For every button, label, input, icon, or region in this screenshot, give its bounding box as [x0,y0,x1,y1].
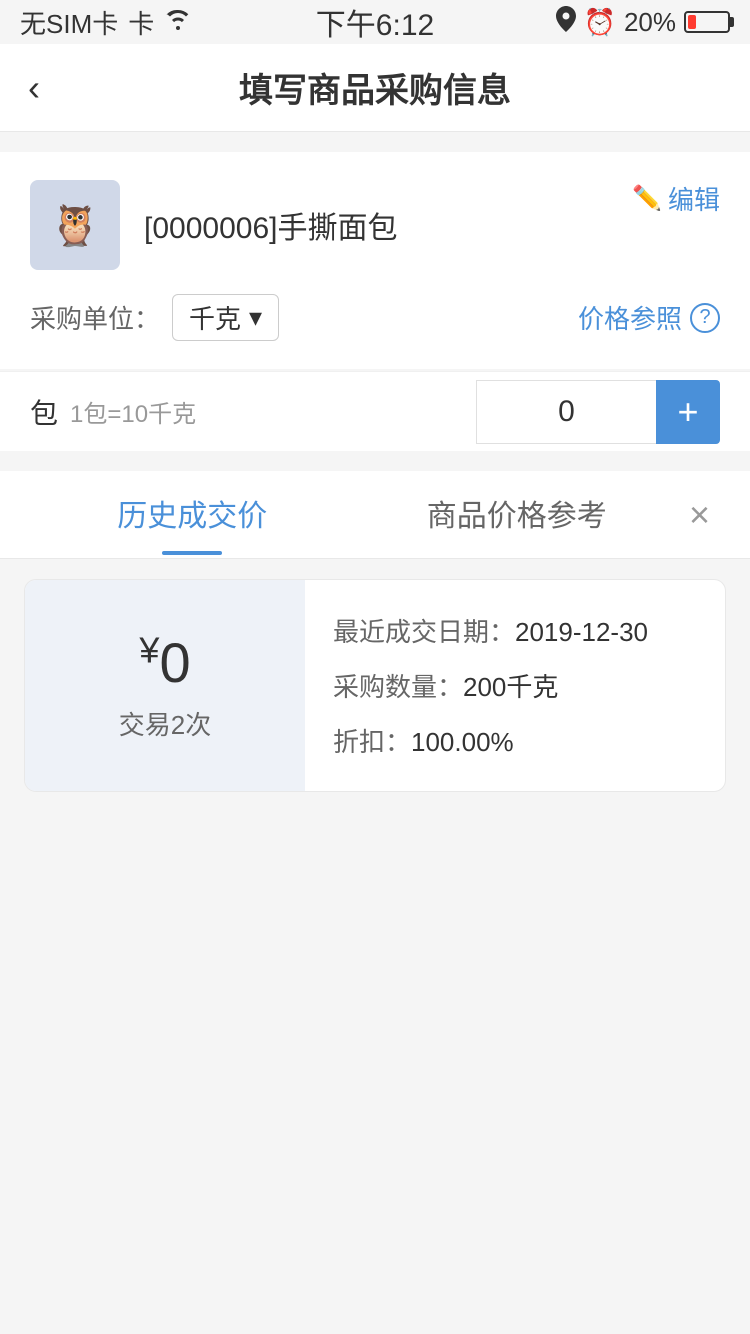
alarm-icon: ⏰ [584,7,616,38]
main-content [0,812,750,1312]
product-meta: 采购单位： 千克 ▾ 价格参照 ? [30,294,720,341]
nav-bar: ‹ 填写商品采购信息 [0,44,750,132]
edit-button[interactable]: ✏️ 编辑 [632,180,720,217]
quantity-input[interactable]: 0 [476,380,656,444]
purchase-qty-item: 采购数量：200千克 [333,667,697,704]
price-left-panel: ¥0 交易2次 [25,580,305,791]
quantity-plus-button[interactable]: + [656,380,720,444]
product-header: 🦉 [0000006]手撕面包 ✏️ 编辑 [30,180,720,270]
quantity-row: 包 1包=10千克 0 + [0,371,750,451]
trade-count: 交易2次 [119,705,211,742]
quantity-label: 包 1包=10千克 [30,392,196,432]
purchase-unit: 采购单位： 千克 ▾ [30,294,279,341]
discount-item: 折扣：100.00% [333,722,697,759]
quantity-controls: 0 + [476,380,720,444]
price-right-panel: 最近成交日期：2019-12-30 采购数量：200千克 折扣：100.00% [305,580,725,791]
tab-product-price-ref[interactable]: 商品价格参考 [354,491,678,539]
status-left: 无SIM卡 卡 [20,4,192,41]
wifi-icon [164,7,192,38]
page-title: 填写商品采购信息 [239,63,511,112]
recent-date-item: 最近成交日期：2019-12-30 [333,612,697,649]
sim-card-icon: 卡 [128,4,154,41]
price-card: ¥0 交易2次 最近成交日期：2019-12-30 采购数量：200千克 折扣：… [24,579,726,792]
product-thumbnail: 🦉 [30,180,120,270]
back-button[interactable]: ‹ [28,67,40,109]
product-logo-icon: 🦉 [50,202,100,249]
help-icon: ? [690,303,720,333]
price-reference-button[interactable]: 价格参照 ? [578,299,720,336]
dropdown-arrow-icon: ▾ [249,302,262,333]
product-name: [0000006]手撕面包 [144,203,397,247]
status-time: 下午6:12 [316,0,434,44]
battery-percentage: 20% [624,7,676,38]
tab-history-price[interactable]: 历史成交价 [30,491,354,539]
edit-icon: ✏️ [632,184,662,213]
battery-icon [684,11,730,33]
price-amount: ¥0 [139,630,190,695]
location-icon [556,6,576,39]
status-right: ⏰ 20% [556,6,730,39]
product-card: 🦉 [0000006]手撕面包 ✏️ 编辑 采购单位： 千克 ▾ 价格参照 ? [0,152,750,369]
unit-selector[interactable]: 千克 ▾ [172,294,279,341]
status-bar: 无SIM卡 卡 下午6:12 ⏰ 20% [0,0,750,44]
tabs-close-button[interactable]: × [679,484,720,546]
carrier-label: 无SIM卡 [20,4,118,41]
tabs-container: 历史成交价 商品价格参考 × [0,471,750,559]
product-left: 🦉 [0000006]手撕面包 [30,180,397,270]
